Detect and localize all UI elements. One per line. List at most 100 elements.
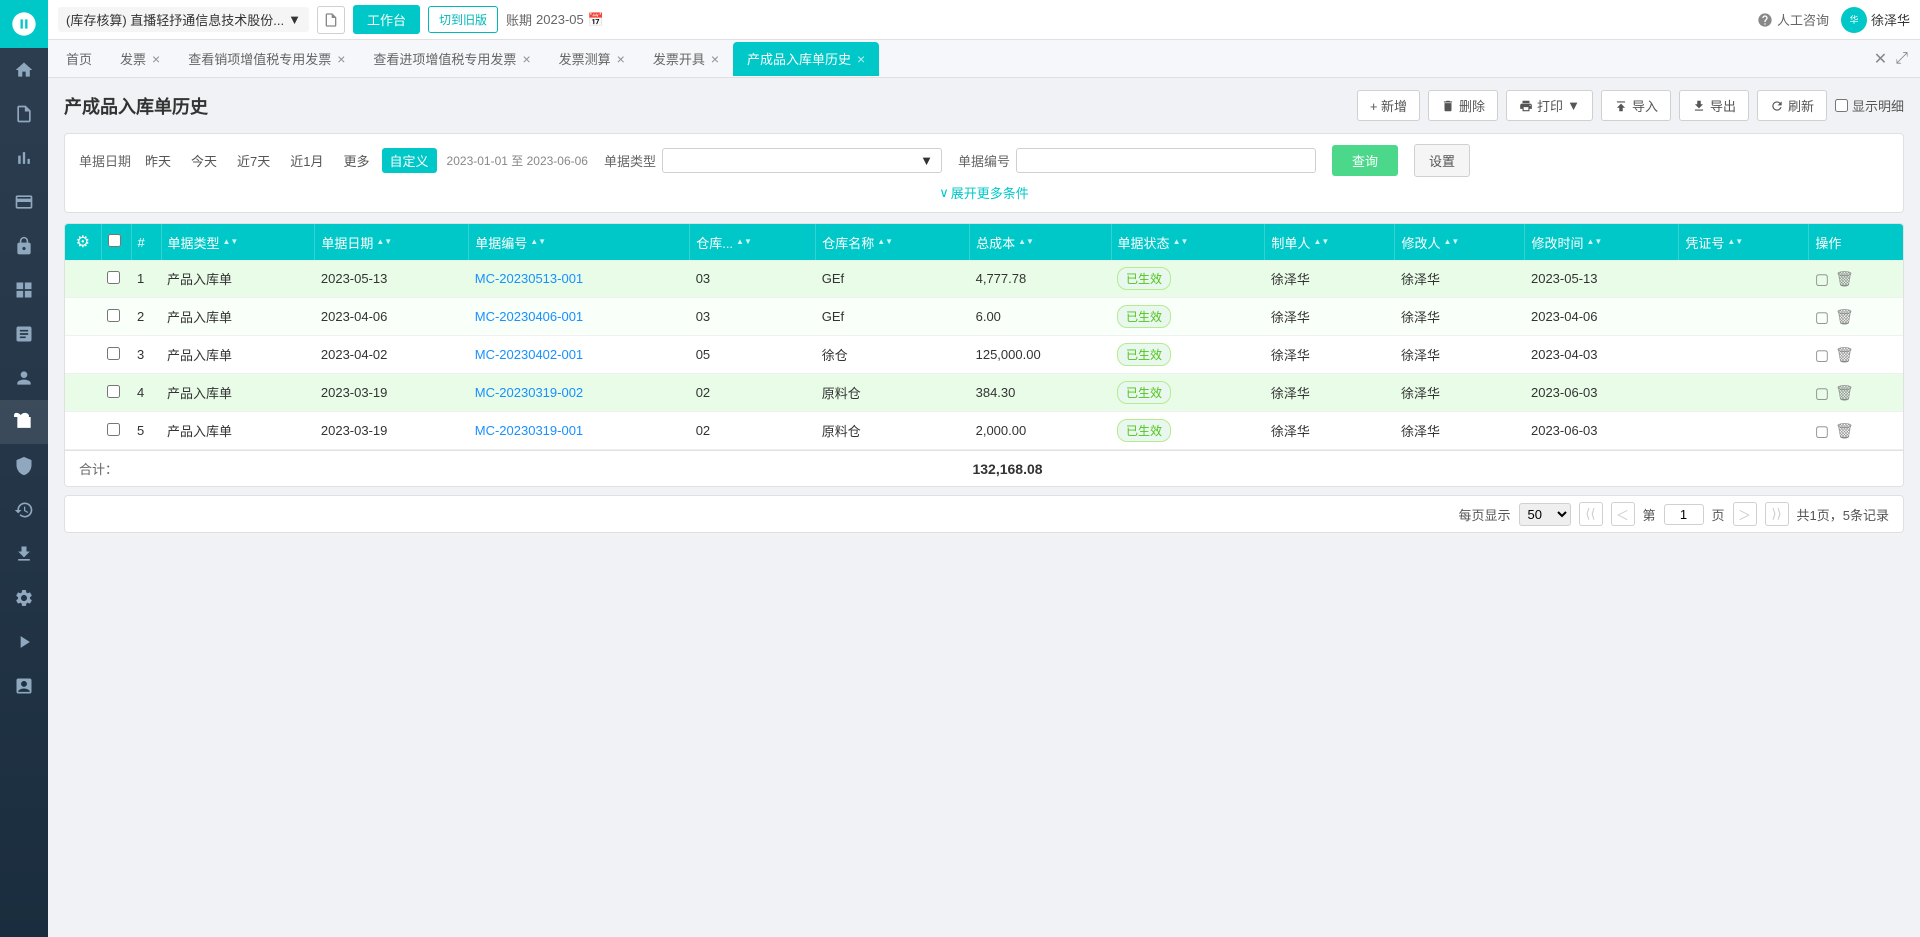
tab-invoice-close[interactable]: ×: [152, 51, 160, 67]
row-checkbox-4[interactable]: [107, 423, 120, 436]
sidebar-item-lock[interactable]: [0, 224, 48, 268]
date-btn-custom[interactable]: 自定义: [382, 148, 437, 173]
page-size-select[interactable]: 50 20 100: [1519, 503, 1571, 526]
tab-input-vat[interactable]: 查看进项增值税专用发票 ×: [359, 42, 544, 76]
column-settings-icon[interactable]: ⚙: [76, 234, 90, 251]
user-profile-btn[interactable]: 华 徐泽华: [1841, 7, 1910, 33]
sidebar-item-home[interactable]: [0, 48, 48, 92]
calendar-icon[interactable]: 📅: [588, 12, 604, 28]
date-btn-7days[interactable]: 近7天: [229, 148, 278, 173]
page-number-input[interactable]: [1664, 504, 1704, 525]
tab-product-in-close[interactable]: ×: [857, 51, 865, 67]
new-button[interactable]: + 新增: [1357, 90, 1420, 121]
row-checkbox-1[interactable]: [107, 309, 120, 322]
sidebar-item-download[interactable]: [0, 532, 48, 576]
th-status[interactable]: 单据状态▲▼: [1111, 224, 1265, 260]
th-voucher[interactable]: 凭证号▲▼: [1679, 224, 1809, 260]
user-service-btn[interactable]: 人工咨询: [1757, 10, 1829, 29]
th-checkbox[interactable]: [101, 224, 131, 260]
filter-type-select[interactable]: ▼: [662, 148, 942, 173]
td-checkbox-1[interactable]: [101, 298, 131, 336]
delete-btn-3[interactable]: 🗑: [1835, 384, 1854, 402]
import-button[interactable]: 导入: [1601, 90, 1671, 121]
td-number-link-0[interactable]: MC-20230513-001: [475, 271, 583, 286]
td-number-link-4[interactable]: MC-20230319-001: [475, 423, 583, 438]
tab-product-in[interactable]: 产成品入库单历史 ×: [733, 42, 879, 76]
last-page-btn[interactable]: ⟩⟩: [1765, 502, 1789, 526]
tab-open-close[interactable]: ×: [711, 51, 719, 67]
th-warehouse-code[interactable]: 仓库...▲▼: [690, 224, 816, 260]
td-number-3[interactable]: MC-20230319-002: [469, 374, 690, 412]
company-selector[interactable]: (库存核算) 直播轻抒通信息技术股份... ▼: [58, 7, 309, 32]
tab-sales-vat-close[interactable]: ×: [337, 51, 345, 67]
sidebar-item-settings[interactable]: [0, 576, 48, 620]
sidebar-item-version[interactable]: [0, 664, 48, 708]
tab-home[interactable]: 首页: [52, 42, 106, 76]
th-modifier[interactable]: 修改人▲▼: [1395, 224, 1525, 260]
switch-old-version-button[interactable]: 切到旧版: [428, 6, 498, 33]
query-button[interactable]: 查询: [1332, 145, 1398, 176]
edit-btn-3[interactable]: ▢: [1815, 384, 1829, 402]
sidebar-item-document[interactable]: [0, 312, 48, 356]
td-checkbox-4[interactable]: [101, 412, 131, 450]
th-total-cost[interactable]: 总成本▲▼: [970, 224, 1111, 260]
tab-invoice[interactable]: 发票 ×: [106, 42, 174, 76]
close-window-btn[interactable]: ✕: [1874, 49, 1887, 69]
sidebar-item-play[interactable]: [0, 620, 48, 664]
sidebar-item-chart[interactable]: [0, 136, 48, 180]
edit-btn-2[interactable]: ▢: [1815, 346, 1829, 364]
prev-page-btn[interactable]: ＜: [1611, 502, 1635, 526]
delete-btn-1[interactable]: 🗑: [1835, 308, 1854, 326]
tab-calc-close[interactable]: ×: [617, 51, 625, 67]
td-number-link-2[interactable]: MC-20230402-001: [475, 347, 583, 362]
th-type[interactable]: 单据类型▲▼: [161, 224, 315, 260]
filter-number-input[interactable]: [1016, 148, 1316, 173]
row-checkbox-2[interactable]: [107, 347, 120, 360]
tab-calc[interactable]: 发票测算 ×: [545, 42, 639, 76]
show-detail-checkbox[interactable]: 显示明细: [1835, 96, 1904, 115]
expand-filter-btn[interactable]: ∨ 展开更多条件: [939, 183, 1029, 202]
refresh-button[interactable]: 刷新: [1757, 90, 1827, 121]
td-checkbox-3[interactable]: [101, 374, 131, 412]
td-number-link-1[interactable]: MC-20230406-001: [475, 309, 583, 324]
th-date[interactable]: 单据日期▲▼: [315, 224, 469, 260]
td-number-1[interactable]: MC-20230406-001: [469, 298, 690, 336]
sidebar-item-history[interactable]: [0, 488, 48, 532]
date-btn-1month[interactable]: 近1月: [282, 148, 331, 173]
sidebar-item-grid[interactable]: [0, 268, 48, 312]
show-detail-input[interactable]: [1835, 99, 1848, 112]
date-btn-today[interactable]: 今天: [183, 148, 225, 173]
th-warehouse-name[interactable]: 仓库名称▲▼: [816, 224, 970, 260]
delete-button[interactable]: 删除: [1428, 90, 1498, 121]
delete-btn-4[interactable]: 🗑: [1835, 422, 1854, 440]
th-number[interactable]: 单据编号▲▼: [469, 224, 690, 260]
tab-input-vat-close[interactable]: ×: [522, 51, 530, 67]
sidebar-item-box[interactable]: [0, 400, 48, 444]
print-button[interactable]: 打印 ▼: [1506, 90, 1593, 121]
th-modify-time[interactable]: 修改时间▲▼: [1525, 224, 1679, 260]
edit-btn-0[interactable]: ▢: [1815, 270, 1829, 288]
date-btn-more[interactable]: 更多: [336, 148, 378, 173]
tab-open[interactable]: 发票开具 ×: [639, 42, 733, 76]
td-number-4[interactable]: MC-20230319-001: [469, 412, 690, 450]
delete-btn-0[interactable]: 🗑: [1835, 270, 1854, 288]
edit-btn-4[interactable]: ▢: [1815, 422, 1829, 440]
date-btn-yesterday[interactable]: 昨天: [137, 148, 179, 173]
document-icon[interactable]: [317, 6, 345, 34]
maximize-window-btn[interactable]: ⤢: [1895, 50, 1908, 68]
td-checkbox-0[interactable]: [101, 260, 131, 298]
td-number-0[interactable]: MC-20230513-001: [469, 260, 690, 298]
setting-button[interactable]: 设置: [1414, 144, 1470, 177]
td-number-2[interactable]: MC-20230402-001: [469, 336, 690, 374]
select-all-checkbox[interactable]: [108, 234, 121, 247]
sidebar-item-person[interactable]: [0, 356, 48, 400]
row-checkbox-0[interactable]: [107, 271, 120, 284]
sidebar-item-file[interactable]: [0, 92, 48, 136]
td-number-link-3[interactable]: MC-20230319-002: [475, 385, 583, 400]
next-page-btn[interactable]: ＞: [1733, 502, 1757, 526]
td-checkbox-2[interactable]: [101, 336, 131, 374]
sidebar-item-stamp[interactable]: [0, 444, 48, 488]
row-checkbox-3[interactable]: [107, 385, 120, 398]
tab-sales-vat[interactable]: 查看销项增值税专用发票 ×: [174, 42, 359, 76]
delete-btn-2[interactable]: 🗑: [1835, 346, 1854, 364]
